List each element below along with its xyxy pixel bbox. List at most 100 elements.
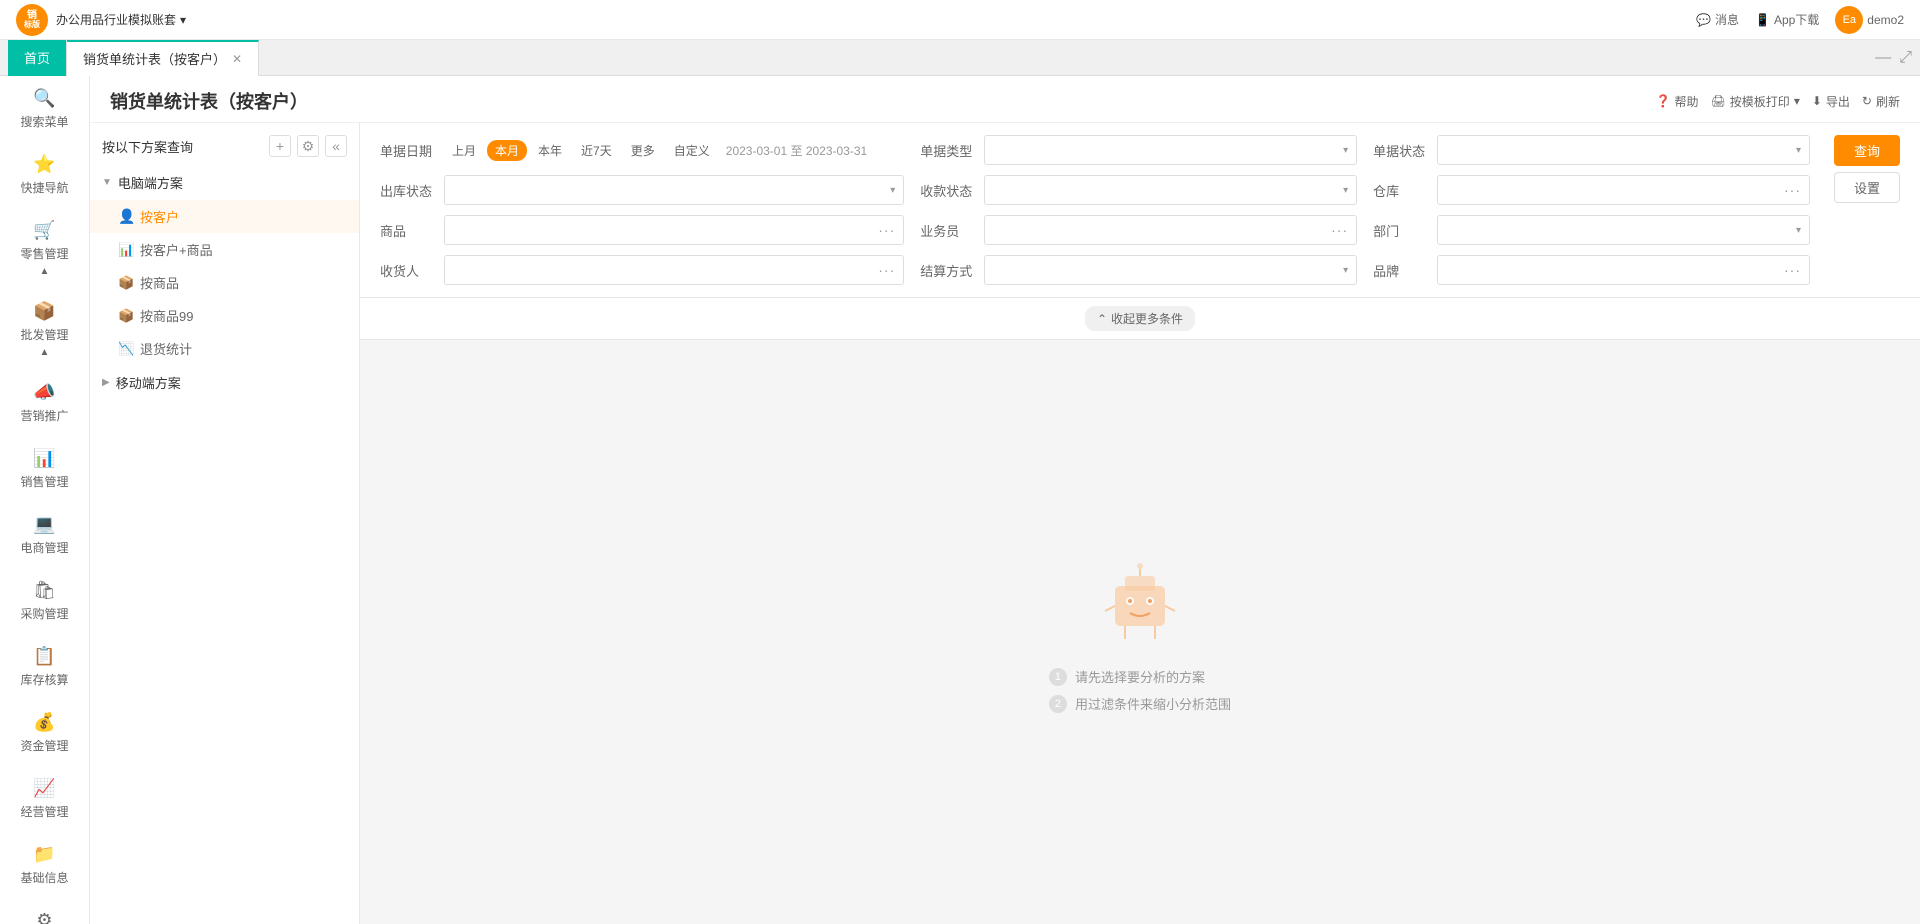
refresh-button[interactable]: ↻ 刷新 (1862, 93, 1900, 110)
by-product-icon: 📦 (118, 275, 134, 291)
brand-select[interactable]: ··· (1437, 255, 1810, 285)
doc-status-label: 单据状态 (1373, 141, 1429, 160)
settings-button[interactable]: 设置 (1834, 172, 1900, 203)
product-label: 商品 (380, 221, 436, 240)
tab-home[interactable]: 首页 (8, 40, 67, 76)
user-menu[interactable]: Ea demo2 (1835, 6, 1904, 34)
by-customer-label: 按客户 (140, 207, 179, 226)
warehouse-label: 仓库 (1373, 181, 1429, 200)
return-stats-label: 退货统计 (140, 339, 192, 358)
wholesale-icon: 📦 (33, 301, 55, 322)
salesperson-select[interactable]: ··· (984, 215, 1357, 245)
pc-scheme-toggle[interactable]: ▼ 电脑端方案 (90, 165, 359, 200)
sidebar-item-sales[interactable]: 📊 销售管理 (0, 436, 89, 502)
empty-illustration (1090, 551, 1190, 651)
date-label: 单据日期 (380, 141, 436, 160)
scheme-item-by-product99[interactable]: 📦 按商品99 (90, 299, 359, 332)
sidebar-item-wholesale[interactable]: 📦 批发管理 ▲ (0, 289, 89, 370)
settlement-label: 结算方式 (920, 261, 976, 280)
tip2-text: 用过滤条件来缩小分析范围 (1075, 694, 1231, 713)
sidebar-item-operation[interactable]: 📈 经营管理 (0, 766, 89, 832)
pc-group-label: 电脑端方案 (118, 173, 183, 192)
salesperson-dots: ··· (1331, 222, 1348, 238)
sidebar-item-quicknav[interactable]: ⭐ 快捷导航 (0, 142, 89, 208)
date-tab-last-7days[interactable]: 近7天 (573, 140, 620, 161)
warehouse-dots: ··· (1784, 182, 1801, 198)
sidebar-label-search: 搜索菜单 (20, 113, 68, 130)
doc-type-select[interactable]: ▾ (984, 135, 1357, 165)
query-button[interactable]: 查询 (1834, 135, 1900, 166)
sidebar-item-retail[interactable]: 🛒 零售管理 ▲ (0, 208, 89, 289)
doc-status-select[interactable]: ▾ (1437, 135, 1810, 165)
date-tab-this-year[interactable]: 本年 (530, 140, 570, 161)
date-tab-this-month[interactable]: 本月 (487, 140, 527, 161)
sidebar-item-inventory[interactable]: 📋 库存核算 (0, 634, 89, 700)
industry-selector[interactable]: 办公用品行业模拟账套 ▾ (56, 11, 186, 28)
receipt-status-select[interactable]: ▾ (984, 175, 1357, 205)
sidebar-item-marketing[interactable]: 📣 营销推广 (0, 370, 89, 436)
collapse-filter-button[interactable]: ⌃ 收起更多条件 (1085, 306, 1195, 331)
sidebar-item-finance[interactable]: 💰 资金管理 (0, 700, 89, 766)
retail-icon: 🛒 (33, 220, 55, 241)
sidebar-item-system[interactable]: ⚙ 系统管理 (0, 898, 89, 924)
mobile-scheme-toggle[interactable]: ▶ 移动端方案 (90, 365, 359, 400)
sidebar-item-basic[interactable]: 📁 基础信息 (0, 832, 89, 898)
doc-type-label: 单据类型 (920, 141, 976, 160)
print-arrow-icon: ▾ (1794, 94, 1800, 108)
scheme-item-by-customer[interactable]: 👤 按客户 (90, 200, 359, 233)
tab-report[interactable]: 销货单统计表（按客户） ✕ (67, 40, 259, 76)
mobile-group-arrow-icon: ▶ (102, 377, 110, 388)
return-stats-icon: 📉 (118, 341, 134, 357)
scheme-item-by-product[interactable]: 📦 按商品 (90, 266, 359, 299)
message-button[interactable]: 💬 消息 (1696, 11, 1739, 28)
download-icon: 📱 (1755, 13, 1770, 27)
tip1-num: 1 (1049, 668, 1067, 686)
minimize-button[interactable]: — (1875, 49, 1891, 67)
sidebar-label-basic: 基础信息 (20, 869, 68, 886)
help-button[interactable]: ❓ 帮助 (1656, 93, 1699, 110)
sidebar-item-ecommerce[interactable]: 💻 电商管理 (0, 502, 89, 568)
ecommerce-icon: 💻 (33, 514, 55, 535)
sidebar-item-search[interactable]: 🔍 搜索菜单 (0, 76, 89, 142)
product-select[interactable]: ··· (444, 215, 904, 245)
tip2-num: 2 (1049, 695, 1067, 713)
warehouse-select[interactable]: ··· (1437, 175, 1810, 205)
settings-scheme-button[interactable]: ⚙ (297, 135, 319, 157)
purchase-icon: 🛍 (33, 580, 56, 601)
sidebar-label-wholesale: 批发管理 (20, 326, 68, 343)
sidebar-label-quicknav: 快捷导航 (20, 179, 68, 196)
close-tab-icon[interactable]: ✕ (232, 52, 242, 66)
tip1-text: 请先选择要分析的方案 (1075, 667, 1205, 686)
out-status-label: 出库状态 (380, 181, 436, 200)
dept-select[interactable]: ▾ (1437, 215, 1810, 245)
date-tab-last-month[interactable]: 上月 (444, 140, 484, 161)
help-icon: ❓ (1656, 94, 1671, 108)
app-download-button[interactable]: 📱 App下载 (1755, 11, 1819, 28)
finance-icon: 💰 (33, 712, 55, 733)
add-scheme-button[interactable]: + (269, 135, 291, 157)
operation-icon: 📈 (33, 778, 55, 799)
brand-dots: ··· (1784, 262, 1801, 278)
receiver-label: 收货人 (380, 261, 436, 280)
date-range-display: 2023-03-01 至 2023-03-31 (726, 142, 867, 159)
scheme-item-return-stats[interactable]: 📉 退货统计 (90, 332, 359, 365)
print-button[interactable]: 🖨 按模板打印 ▾ (1711, 93, 1800, 110)
sidebar-item-purchase[interactable]: 🛍 采购管理 (0, 568, 89, 634)
scheme-item-by-customer-product[interactable]: 📊 按客户+商品 (90, 233, 359, 266)
date-tab-custom[interactable]: 自定义 (666, 140, 718, 161)
doc-status-arrow-icon: ▾ (1796, 145, 1801, 156)
receiver-select[interactable]: ··· (444, 255, 904, 285)
date-tab-more[interactable]: 更多 (623, 140, 663, 161)
sidebar-label-inventory: 库存核算 (20, 671, 68, 688)
pc-group-arrow-icon: ▼ (102, 177, 112, 188)
out-status-arrow-icon: ▾ (890, 185, 895, 196)
doc-type-arrow-icon: ▾ (1343, 145, 1348, 156)
sidebar-label-sales: 销售管理 (20, 473, 68, 490)
receipt-status-arrow-icon: ▾ (1343, 185, 1348, 196)
export-button[interactable]: ⬇ 导出 (1812, 93, 1850, 110)
collapse-panel-button[interactable]: « (325, 135, 347, 157)
settlement-select[interactable]: ▾ (984, 255, 1357, 285)
maximize-button[interactable]: ⤢ (1899, 49, 1912, 67)
out-status-select[interactable]: ▾ (444, 175, 904, 205)
mobile-scheme-group: ▶ 移动端方案 (90, 365, 359, 400)
